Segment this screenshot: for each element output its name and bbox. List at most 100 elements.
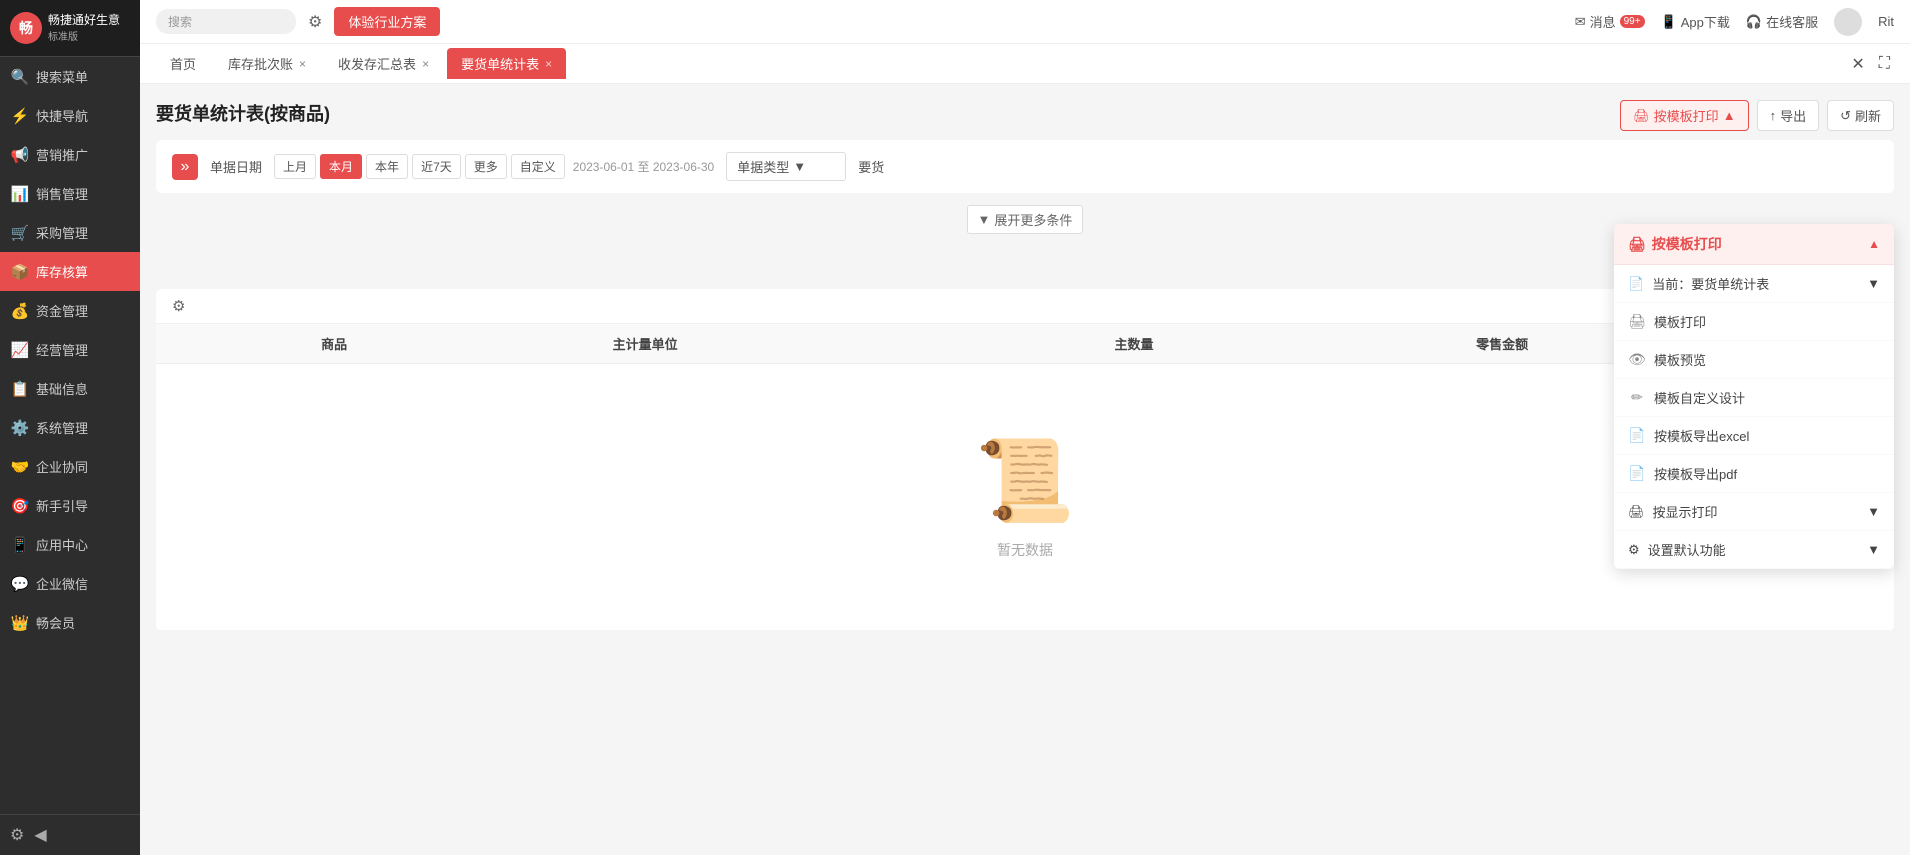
page-content: 要货单统计表(按商品) 🖨 按模板打印 ▲ ↑ 导出 ↺ 刷新 » 单据日期 [140, 84, 1910, 855]
sidebar-item-inventory[interactable]: 📦 库存核算 [0, 252, 140, 291]
message-label: 消息 [1590, 12, 1616, 31]
chevron-down-icon: ▼ [1867, 276, 1880, 291]
tab-receipt-summary[interactable]: 收发存汇总表 × [324, 48, 443, 79]
tab-close-icon[interactable]: × [299, 57, 306, 71]
tabbar: 首页 库存批次账 × 收发存汇总表 × 要货单统计表 × ✕ ⛶ [140, 44, 1910, 84]
template-preview-label: 模板预览 [1654, 350, 1706, 369]
sidebar-item-label: 基础信息 [36, 379, 88, 398]
topbar-right: ✉ 消息 99+ 📱 App下载 🎧 在线客服 Rit [1575, 8, 1894, 36]
print-icon: 🖨 [1633, 108, 1650, 124]
guide-icon: 🎯 [10, 497, 30, 515]
sidebar-item-label: 库存核算 [36, 262, 88, 281]
sidebar-item-collab[interactable]: 🤝 企业协同 [0, 447, 140, 486]
print-template-icon: 🖨 [1628, 236, 1646, 253]
search-icon: 🔍 [10, 68, 30, 86]
dropdown-close-icon[interactable]: ▲ [1868, 237, 1880, 251]
sidebar-item-sales[interactable]: 📊 销售管理 [0, 174, 140, 213]
sidebar-item-finance[interactable]: 💰 资金管理 [0, 291, 140, 330]
filter-expand-button[interactable]: » [172, 154, 198, 180]
tab-order-stats[interactable]: 要货单统计表 × [447, 48, 566, 79]
expand-more-button[interactable]: ▼ 展开更多条件 [967, 205, 1084, 234]
tab-label: 收发存汇总表 [338, 54, 416, 73]
tabbar-right: ✕ ⛶ [1847, 50, 1894, 78]
finance-icon: 💰 [10, 302, 30, 320]
message-badge: 99+ [1620, 15, 1645, 28]
dropdown-template-preview[interactable]: 👁 模板预览 [1614, 341, 1894, 379]
chevron-right-icon: ▼ [1867, 504, 1880, 519]
quick-nav-icon: ⚡ [10, 107, 30, 125]
tab-close-icon[interactable]: × [545, 57, 552, 71]
try-industry-button[interactable]: 体验行业方案 [334, 7, 440, 36]
dropdown-default-func[interactable]: ⚙ 设置默认功能 ▼ [1614, 531, 1894, 569]
topbar-settings-icon[interactable]: ⚙ [308, 12, 322, 32]
print-template-button[interactable]: 🖨 按模板打印 ▲ [1620, 100, 1748, 131]
template-preview-icon: 👁 [1628, 351, 1646, 368]
online-service-button[interactable]: 🎧 在线客服 [1746, 12, 1818, 31]
user-avatar[interactable] [1834, 8, 1862, 36]
col-settings [156, 324, 307, 364]
message-button[interactable]: ✉ 消息 99+ [1575, 12, 1645, 31]
chevron-right-icon: ▼ [1867, 542, 1880, 557]
empty-icon: 📜 [975, 434, 1075, 528]
date-7-days[interactable]: 近7天 [412, 154, 461, 179]
export-button[interactable]: ↑ 导出 [1757, 100, 1820, 131]
app-download-button[interactable]: 📱 App下载 [1661, 12, 1730, 31]
column-settings-icon[interactable]: ⚙ [172, 297, 185, 315]
sidebar-item-purchase[interactable]: 🛒 采购管理 [0, 213, 140, 252]
chevron-down-icon: ▼ [978, 212, 991, 227]
order-type-select[interactable]: 单据类型 ▼ [726, 152, 846, 181]
sidebar-settings-icon[interactable]: ⚙ [10, 825, 24, 845]
dropdown-template-print[interactable]: 🖨 模板打印 [1614, 303, 1894, 341]
sidebar-item-guide[interactable]: 🎯 新手引导 [0, 486, 140, 525]
tab-maximize-icon[interactable]: ⛶ [1875, 51, 1894, 77]
sidebar-item-system[interactable]: ⚙️ 系统管理 [0, 408, 140, 447]
date-this-year[interactable]: 本年 [366, 154, 408, 179]
tab-inventory-batch[interactable]: 库存批次账 × [214, 48, 320, 79]
dropdown-title-label: 按模板打印 [1652, 234, 1722, 254]
basic-icon: 📋 [10, 380, 30, 398]
dropdown-template-excel[interactable]: 📄 按模板导出excel [1614, 417, 1894, 455]
date-prev-month[interactable]: 上月 [274, 154, 316, 179]
operation-icon: 📈 [10, 341, 30, 359]
tab-close-all-icon[interactable]: ✕ [1847, 50, 1868, 78]
yh-label: 要货 [858, 157, 884, 176]
col-quantity: 主数量 [1101, 324, 1463, 364]
sidebar-item-basic[interactable]: 📋 基础信息 [0, 369, 140, 408]
dropdown-current-item[interactable]: 📄 当前：要货单统计表 ▼ [1614, 265, 1894, 303]
topbar-search-box[interactable]: 搜索 [156, 9, 296, 34]
expand-more-label: 展开更多条件 [994, 210, 1072, 229]
refresh-button[interactable]: ↺ 刷新 [1827, 100, 1894, 131]
app-center-icon: 📱 [10, 536, 30, 554]
topbar: 搜索 ⚙ 体验行业方案 ✉ 消息 99+ 📱 App下载 🎧 在线客服 Rit [140, 0, 1910, 44]
dropdown-display-print[interactable]: 🖨 按显示打印 ▼ [1614, 493, 1894, 531]
message-icon: ✉ [1575, 14, 1586, 30]
marketing-icon: 📢 [10, 146, 30, 164]
app-download-label: App下载 [1681, 12, 1730, 31]
order-type-label: 单据类型 [737, 157, 789, 176]
sidebar-item-app-center[interactable]: 📱 应用中心 [0, 525, 140, 564]
sidebar-item-quick-nav[interactable]: ⚡ 快捷导航 [0, 96, 140, 135]
tab-close-icon[interactable]: × [422, 57, 429, 71]
sidebar-item-marketing[interactable]: 📢 营销推广 [0, 135, 140, 174]
tab-home[interactable]: 首页 [156, 48, 210, 79]
date-custom[interactable]: 自定义 [511, 154, 565, 179]
dropdown-template-custom[interactable]: ✏ 模板自定义设计 [1614, 379, 1894, 417]
sidebar-item-search[interactable]: 🔍 搜索菜单 [0, 57, 140, 96]
sidebar-item-member[interactable]: 👑 畅会员 [0, 603, 140, 642]
inventory-icon: 📦 [10, 263, 30, 281]
sidebar-item-wechat[interactable]: 💬 企业微信 [0, 564, 140, 603]
sidebar-item-operation[interactable]: 📈 经营管理 [0, 330, 140, 369]
tab-label: 库存批次账 [228, 54, 293, 73]
member-icon: 👑 [10, 614, 30, 632]
sidebar-item-label: 快捷导航 [36, 106, 88, 125]
date-more[interactable]: 更多 [465, 154, 507, 179]
service-icon: 🎧 [1746, 14, 1762, 30]
dropdown-title: 🖨 按模板打印 [1628, 234, 1722, 254]
col-unit: 主计量单位 [599, 324, 1101, 364]
template-print-label: 模板打印 [1654, 312, 1706, 331]
sidebar-item-label: 系统管理 [36, 418, 88, 437]
sidebar-toggle-icon[interactable]: ◀ [34, 825, 46, 845]
date-this-month[interactable]: 本月 [320, 154, 362, 179]
default-func-label: 设置默认功能 [1648, 540, 1726, 559]
dropdown-template-pdf[interactable]: 📄 按模板导出pdf [1614, 455, 1894, 493]
